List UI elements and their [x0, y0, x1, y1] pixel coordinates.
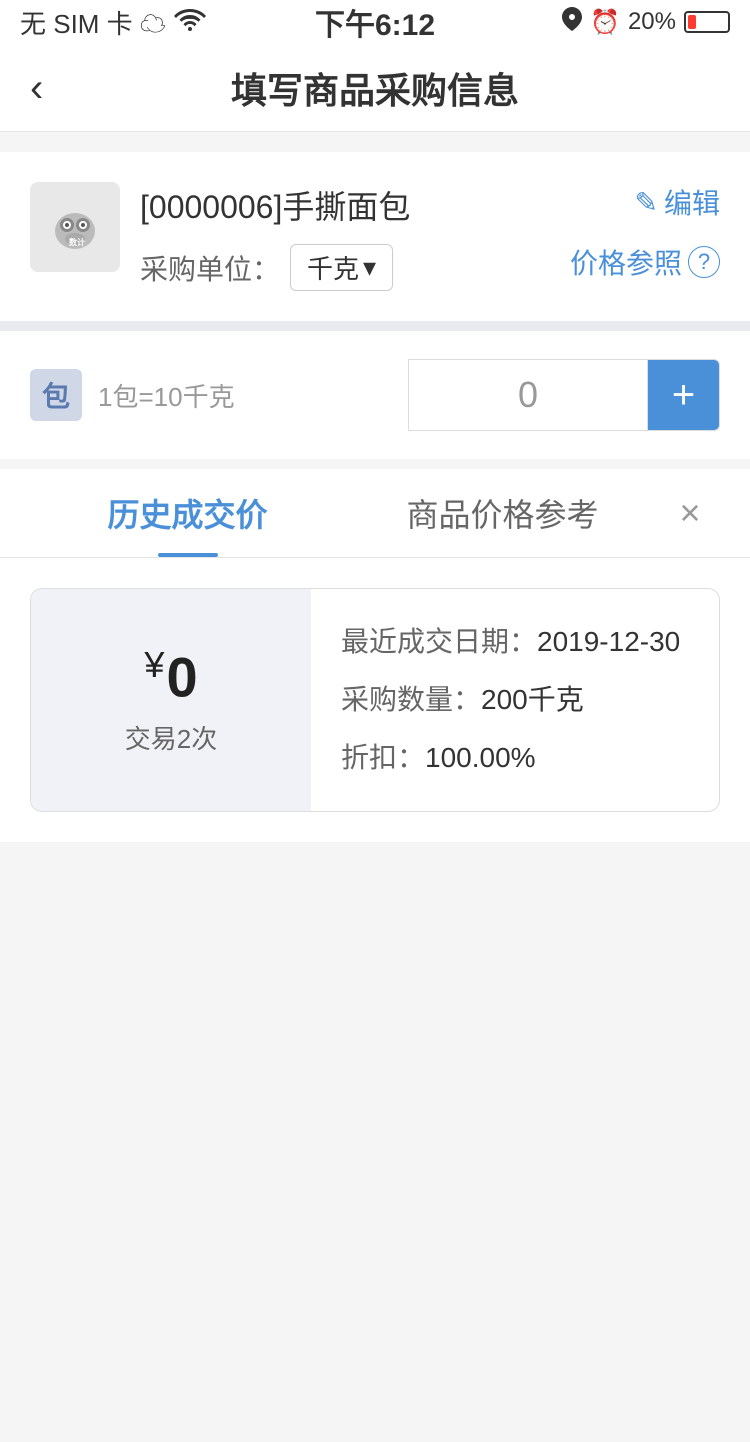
quantity-plus-button[interactable]: + [648, 359, 720, 431]
product-info: [0000006]手撕面包 采购单位： 千克 ▾ [140, 182, 410, 291]
price-reference-button[interactable]: 价格参照 ? [570, 242, 720, 282]
battery-percentage: 20% [628, 8, 676, 36]
back-button[interactable]: ‹ [30, 68, 43, 108]
qty-label: 采购数量： [341, 684, 481, 715]
section-divider [0, 321, 750, 331]
recent-date-label: 最近成交日期： [341, 626, 537, 657]
nav-bar: ‹ 填写商品采购信息 [0, 44, 750, 132]
recent-date-value: 2019-12-30 [537, 626, 680, 657]
battery-icon [684, 11, 730, 33]
package-conversion: 1包=10千克 [98, 377, 235, 414]
tab-history-price[interactable]: 历史成交价 [30, 469, 345, 557]
quantity-input[interactable]: 0 [408, 359, 648, 431]
help-icon: ? [688, 246, 720, 278]
edit-label: 编辑 [664, 182, 720, 222]
trade-price-value: ¥0 [144, 644, 197, 710]
unit-label: 采购单位： [140, 248, 280, 288]
location-icon [562, 7, 582, 38]
discount-label: 折扣： [341, 742, 425, 773]
tab-product-price-label: 商品价格参考 [406, 490, 598, 536]
status-time: 下午6:12 [315, 0, 435, 44]
discount-row: 折扣：100.00% [341, 737, 689, 779]
quantity-label: 包 1包=10千克 [30, 369, 235, 421]
qty-value: 200千克 [481, 684, 584, 715]
product-name: [0000006]手撕面包 [140, 182, 410, 228]
trade-card: ¥0 交易2次 最近成交日期：2019-12-30 采购数量：200千克 折扣：… [30, 588, 720, 812]
trade-count: 交易2次 [125, 719, 217, 756]
status-right: ⏰ 20% [562, 7, 730, 38]
svg-text:数计: 数计 [69, 237, 85, 247]
price-number: 0 [166, 645, 197, 708]
trade-price-section: ¥0 交易2次 [31, 589, 311, 811]
purchase-qty-row: 采购数量：200千克 [341, 679, 689, 721]
unit-value: 千克 [307, 249, 359, 286]
discount-value: 100.00% [425, 742, 536, 773]
wifi-icon [174, 7, 206, 38]
chevron-down-icon: ▾ [363, 252, 376, 283]
product-unit-row: 采购单位： 千克 ▾ [140, 244, 410, 291]
quantity-row: 包 1包=10千克 0 + [0, 331, 750, 459]
product-thumbnail: 数计 [30, 182, 120, 272]
product-logo-icon: 数计 [45, 197, 105, 257]
sim-label: 无 SIM 卡 ☁ [20, 4, 166, 41]
edit-button[interactable]: ✎ 编辑 [635, 182, 720, 222]
tab-product-price-ref[interactable]: 商品价格参考 [345, 469, 660, 557]
unit-select[interactable]: 千克 ▾ [290, 244, 393, 291]
product-left: 数计 [0000006]手撕面包 采购单位： 千克 ▾ [30, 182, 410, 291]
alarm-icon: ⏰ [590, 8, 620, 37]
page-title: 填写商品采购信息 [231, 62, 519, 114]
trade-details-section: 最近成交日期：2019-12-30 采购数量：200千克 折扣：100.00% [311, 589, 719, 811]
product-card: 数计 [0000006]手撕面包 采购单位： 千克 ▾ ✎ 编辑 [0, 152, 750, 321]
content-area [0, 842, 750, 1442]
quantity-controls: 0 + [408, 359, 720, 431]
price-ref-label: 价格参照 [570, 242, 682, 282]
currency-symbol: ¥ [144, 644, 164, 685]
tab-area: 历史成交价 商品价格参考 × ¥0 交易2次 最近成交日期：2019-12-30… [0, 469, 750, 1442]
tab-close-button[interactable]: × [660, 483, 720, 543]
tab-header: 历史成交价 商品价格参考 × [0, 469, 750, 558]
edit-icon: ✎ [635, 186, 658, 219]
status-bar: 无 SIM 卡 ☁ 下午6:12 ⏰ 20% [0, 0, 750, 44]
status-left: 无 SIM 卡 ☁ [20, 4, 206, 41]
package-icon: 包 [30, 369, 82, 421]
recent-date-row: 最近成交日期：2019-12-30 [341, 621, 689, 663]
tab-history-label: 历史成交价 [107, 490, 267, 536]
